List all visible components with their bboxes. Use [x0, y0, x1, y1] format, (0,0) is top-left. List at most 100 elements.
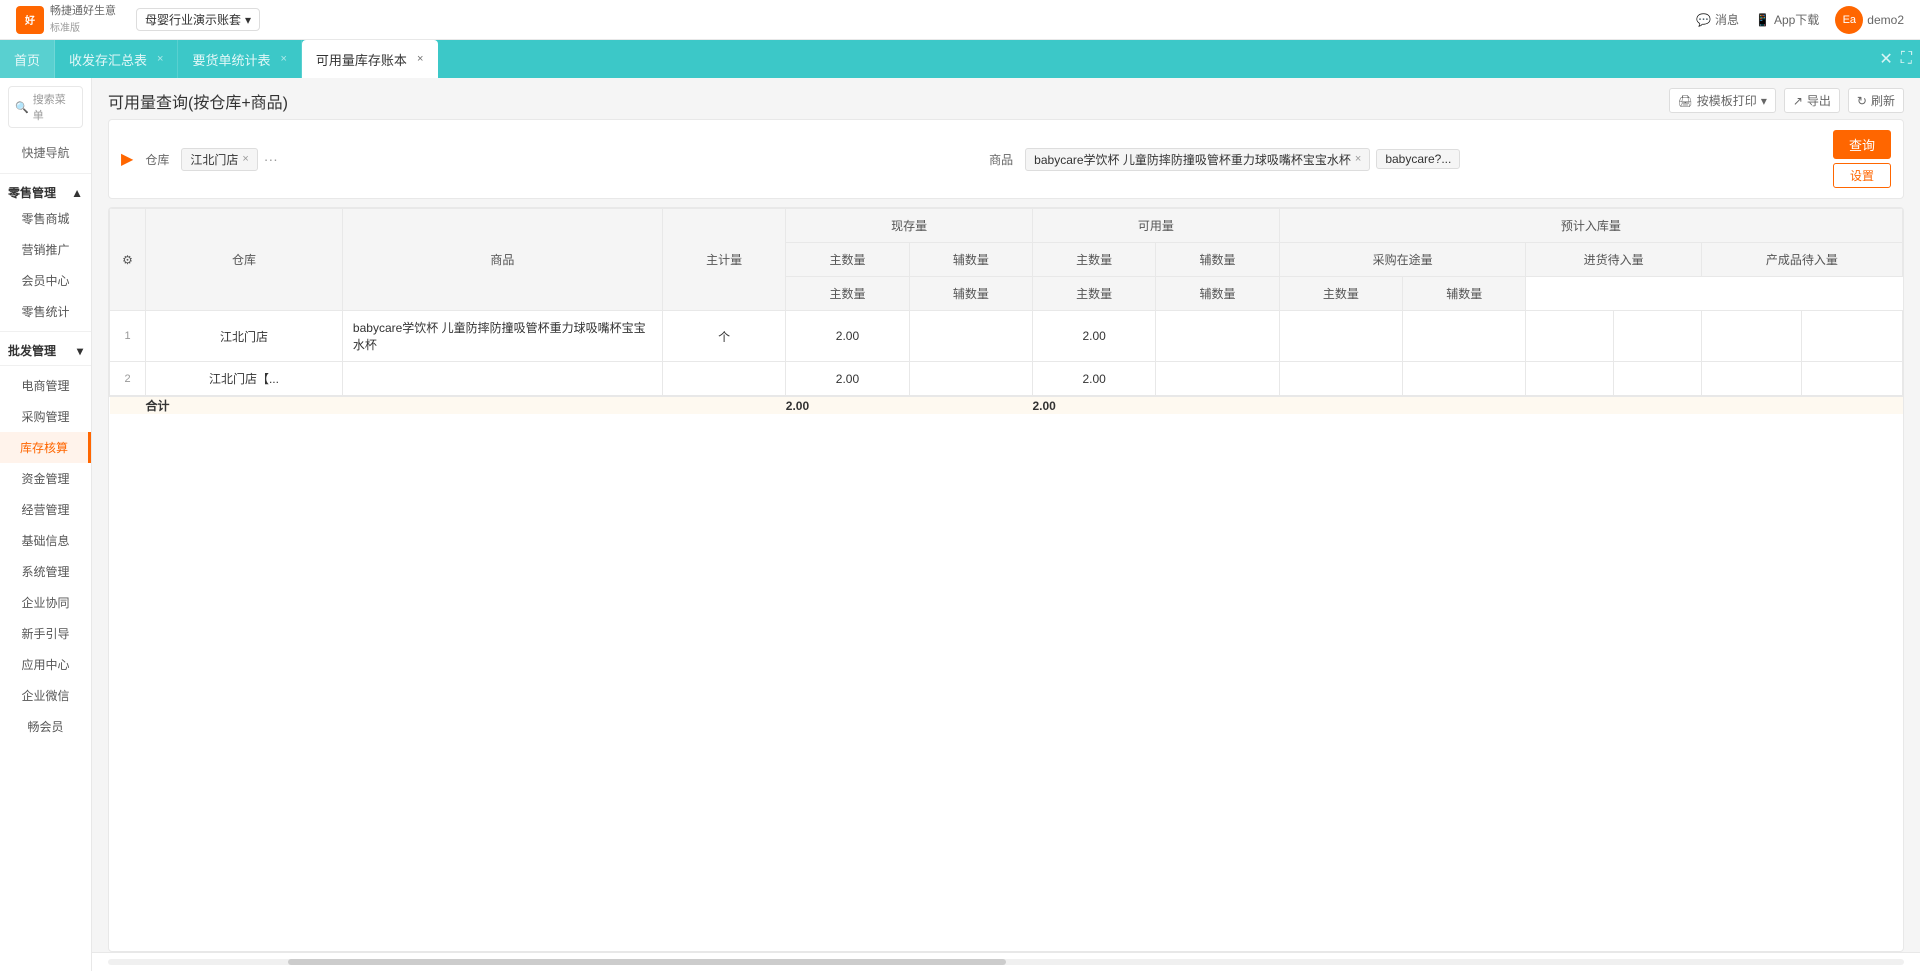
app-download-button[interactable]: 📱 App下载 — [1755, 11, 1819, 28]
tab-requisition-stats[interactable]: 要货单统计表 × — [178, 40, 301, 78]
query-button[interactable]: 查询 — [1833, 130, 1891, 159]
sidebar-item-business[interactable]: 经营管理 — [0, 494, 91, 525]
refresh-button[interactable]: ↻ 刷新 — [1848, 88, 1904, 113]
row-warehouse-0: 江北门店 — [146, 311, 343, 362]
sidebar-item-marketing[interactable]: 营销推广 — [0, 234, 91, 265]
sidebar-item-ecommerce[interactable]: 电商管理 — [0, 370, 91, 401]
data-table: ⚙ 仓库 商品 主计量 现存量 可用量 预计入库量 主数量 辅数量 主数量 辅数… — [109, 208, 1903, 414]
export-icon: ↗ — [1793, 94, 1803, 108]
purchase-aux-header: 辅数量 — [909, 277, 1032, 311]
sidebar-item-retail-mall[interactable]: 零售商城 — [0, 203, 91, 234]
sidebar-item-wechat[interactable]: 企业微信 — [0, 680, 91, 711]
quick-nav-label: 快捷导航 — [21, 144, 69, 161]
scrollbar-track[interactable] — [108, 959, 1904, 965]
user-profile[interactable]: Ea demo2 — [1835, 6, 1904, 34]
warehouse-filter-label: 仓库 — [145, 151, 169, 168]
product-tag-remove[interactable]: × — [1355, 153, 1361, 165]
print-icon: 🖨 — [1678, 94, 1693, 108]
member-label: 畅会员 — [27, 720, 63, 734]
print-button[interactable]: 🖨 按模板打印 ▾ — [1669, 88, 1776, 113]
tab-receive-summary-label: 收发存汇总表 — [69, 50, 147, 69]
tab-receive-summary[interactable]: 收发存汇总表 × — [55, 40, 178, 78]
avatar: Ea — [1835, 6, 1863, 34]
bottom-bar — [92, 952, 1920, 971]
row-unit-0: 个 — [662, 311, 785, 362]
tab-receive-summary-close[interactable]: × — [157, 53, 163, 65]
warehouse-header: 仓库 — [146, 209, 343, 311]
row-available-main-0: 2.00 — [1033, 311, 1156, 362]
tab-fullscreen[interactable]: ⛶ — [1901, 50, 1912, 68]
chevron-down-icon: ▾ — [245, 13, 251, 27]
finance-label: 资金管理 — [21, 472, 69, 486]
footer-empty-1 — [110, 396, 146, 414]
sidebar-item-inventory[interactable]: 库存核算 — [0, 432, 91, 463]
main-layout: 🔍 搜索菜单 快捷导航 零售管理 ▲ 零售商城 营销推广 会员中心 零售统计 批… — [0, 78, 1920, 971]
scrollbar-thumb[interactable] — [288, 959, 1006, 965]
page-header: 可用量查询(按仓库+商品) 🖨 按模板打印 ▾ ↗ 导出 ↻ 刷新 — [92, 78, 1920, 119]
divider-3 — [0, 365, 91, 366]
logo-text: 畅捷通好生意 — [50, 5, 116, 18]
filter-actions: 查询 设置 — [1833, 130, 1891, 188]
sidebar-item-basic-info[interactable]: 基础信息 — [0, 525, 91, 556]
retail-section-label: 零售管理 — [8, 184, 56, 201]
sidebar-section-wholesale[interactable]: 批发管理 ▾ — [0, 336, 91, 361]
sidebar-item-finance[interactable]: 资金管理 — [0, 463, 91, 494]
sidebar-item-newbie[interactable]: 新手引导 — [0, 618, 91, 649]
store-selector[interactable]: 母婴行业演示账套 ▾ — [136, 8, 260, 31]
planned-inbound-header: 预计入库量 — [1279, 209, 1902, 243]
search-menu-button[interactable]: 🔍 搜索菜单 — [8, 86, 83, 128]
message-button[interactable]: 💬 消息 — [1696, 11, 1739, 28]
footer-purchase-main — [1279, 396, 1402, 414]
message-label: 消息 — [1715, 11, 1739, 28]
sidebar-item-retail-stats[interactable]: 零售统计 — [0, 296, 91, 327]
row-purchase-main-1 — [1279, 362, 1402, 397]
sidebar-item-cooperation[interactable]: 企业协同 — [0, 587, 91, 618]
sidebar-item-members[interactable]: 会员中心 — [0, 265, 91, 296]
warehouse-tag-remove[interactable]: × — [242, 153, 248, 165]
table-body: 1 江北门店 babycare学饮杯 儿童防摔防撞吸管杯重力球吸嘴杯宝宝水杯 个… — [110, 311, 1903, 397]
sidebar-item-app-center[interactable]: 应用中心 — [0, 649, 91, 680]
cooperation-label: 企业协同 — [21, 596, 69, 610]
retail-arrow-icon: ▲ — [71, 186, 83, 200]
tab-available-stock-close[interactable]: × — [417, 53, 423, 65]
filter-toggle-button[interactable]: ▶ — [121, 149, 133, 169]
sidebar-item-purchase[interactable]: 采购管理 — [0, 401, 91, 432]
production-main-header: 主数量 — [1279, 277, 1402, 311]
tab-available-stock[interactable]: 可用量库存账本 × — [302, 40, 438, 78]
row-current-aux-1 — [909, 362, 1032, 397]
purchase-transit-header: 采购在途量 — [1279, 243, 1526, 277]
tab-requisition-stats-close[interactable]: × — [280, 53, 286, 65]
product-tag-more: babycare?... — [1376, 149, 1460, 169]
product-tag-group: babycare学饮杯 儿童防摔防撞吸管杯重力球吸嘴杯宝宝水杯 × babyca… — [1025, 148, 1821, 171]
current-stock-main-header: 主数量 — [786, 243, 909, 277]
row-production-aux-0 — [1802, 311, 1903, 362]
setting-button[interactable]: 设置 — [1833, 163, 1891, 188]
row-incoming-main-0 — [1526, 311, 1614, 362]
production-header: 产成品待入量 — [1701, 243, 1902, 277]
sidebar-item-system[interactable]: 系统管理 — [0, 556, 91, 587]
product-tag-more-label: babycare?... — [1385, 152, 1451, 166]
tab-home[interactable]: 首页 — [0, 40, 55, 78]
logo-texts: 畅捷通好生意 标准版 — [50, 5, 116, 33]
row-purchase-aux-0 — [1403, 311, 1526, 362]
row-product-0: babycare学饮杯 儿童防摔防撞吸管杯重力球吸嘴杯宝宝水杯 — [342, 311, 662, 362]
app-center-label: 应用中心 — [21, 658, 69, 672]
download-icon: 📱 — [1755, 13, 1770, 27]
row-production-main-0 — [1701, 311, 1802, 362]
sidebar-section-retail[interactable]: 零售管理 ▲ — [0, 178, 91, 203]
settings-header[interactable]: ⚙ — [110, 209, 146, 311]
sidebar-item-quick-nav[interactable]: 快捷导航 — [0, 136, 91, 169]
current-stock-aux-header: 辅数量 — [909, 243, 1032, 277]
export-button[interactable]: ↗ 导出 — [1784, 88, 1840, 113]
row-incoming-aux-1 — [1614, 362, 1702, 397]
footer-incoming-main — [1526, 396, 1614, 414]
filter-bar: ▶ 仓库 江北门店 × ··· 商品 babycare学饮杯 儿童防摔防撞吸管杯… — [108, 119, 1904, 199]
row-purchase-main-0 — [1279, 311, 1402, 362]
filter-more-icon[interactable]: ··· — [264, 151, 278, 167]
available-aux-header: 辅数量 — [1156, 243, 1279, 277]
tab-close-all[interactable]: ✕ — [1879, 49, 1892, 69]
sidebar-item-member[interactable]: 畅会员 — [0, 711, 91, 742]
members-label: 会员中心 — [21, 274, 69, 288]
table-row: 2 江北门店【... 2.00 2.00 — [110, 362, 1903, 397]
row-warehouse-1: 江北门店【... — [146, 362, 343, 397]
